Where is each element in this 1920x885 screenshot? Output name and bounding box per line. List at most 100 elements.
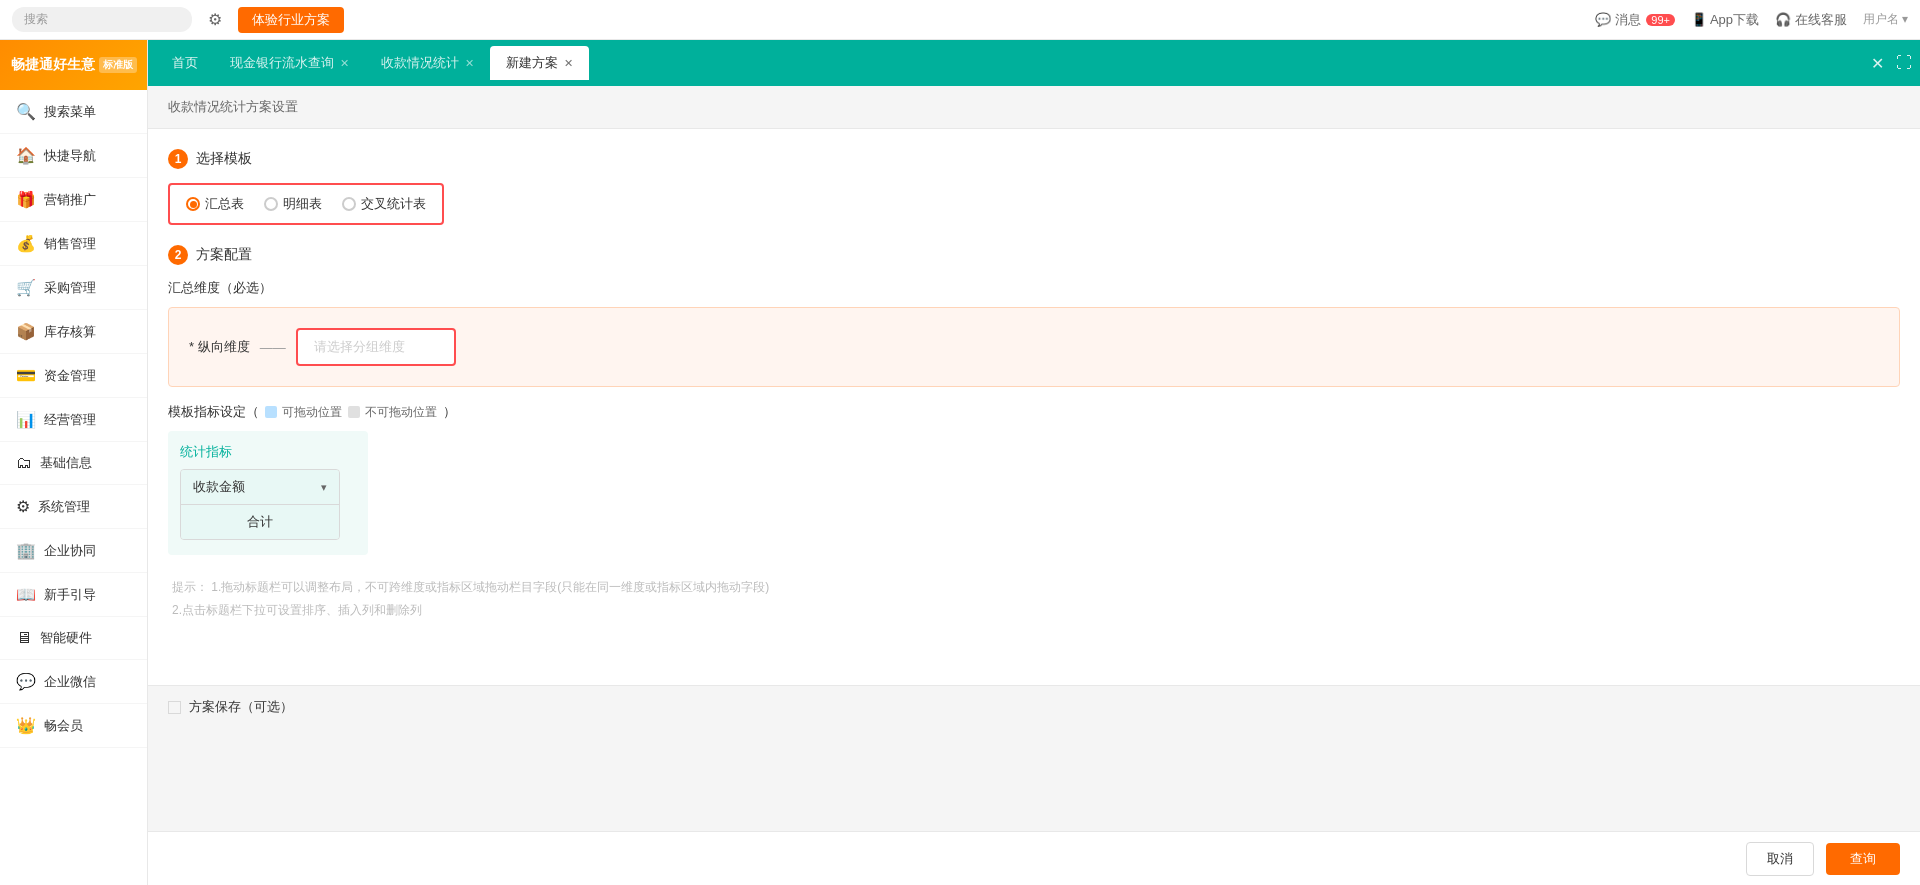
hint-2: 2.点击标题栏下拉可设置排序、插入列和删除列 — [172, 602, 1896, 619]
gear-icon[interactable]: ⚙ — [208, 10, 222, 29]
movable-dot — [265, 406, 277, 418]
sidebar-item-member[interactable]: 👑 畅会员 — [0, 704, 147, 748]
monitor-icon: 🖥 — [16, 629, 32, 647]
step2-num: 2 — [168, 245, 188, 265]
step2-header: 2 方案配置 — [168, 245, 1900, 265]
sidebar-label: 营销推广 — [44, 191, 96, 209]
hint-1: 提示： 1.拖动标题栏可以调整布局，不可跨维度或指标区域拖动栏目字段(只能在同一… — [172, 579, 1896, 596]
save-checkbox[interactable] — [168, 701, 181, 714]
sidebar-label: 搜索菜单 — [44, 103, 96, 121]
trial-btn[interactable]: 体验行业方案 — [238, 7, 344, 33]
tab-bank-flow[interactable]: 现金银行流水查询 ✕ — [214, 46, 365, 80]
sidebar-label: 企业协同 — [44, 542, 96, 560]
metric-header[interactable]: 收款金额 ▾ — [181, 470, 339, 505]
sidebar-label: 畅会员 — [44, 717, 83, 735]
query-button[interactable]: 查询 — [1826, 843, 1900, 875]
chat-icon: 💬 — [16, 672, 36, 691]
book-icon: 📖 — [16, 585, 36, 604]
sidebar-item-purchase[interactable]: 🛒 采购管理 — [0, 266, 147, 310]
metric-body: 合计 — [181, 505, 339, 539]
sidebar-item-finance[interactable]: 💳 资金管理 — [0, 354, 147, 398]
sidebar-item-enterprise[interactable]: 🏢 企业协同 — [0, 529, 147, 573]
sidebar-item-operation[interactable]: 📊 经营管理 — [0, 398, 147, 442]
card-icon: 💳 — [16, 366, 36, 385]
service-btn[interactable]: 🎧 在线客服 — [1775, 11, 1847, 29]
app-badge: 标准版 — [99, 57, 137, 73]
metric-table: 收款金额 ▾ 合计 — [180, 469, 340, 540]
save-label: 方案保存（可选） — [189, 698, 293, 716]
sidebar-item-sales[interactable]: 💰 销售管理 — [0, 222, 147, 266]
user-avatar[interactable]: 用户名 ▾ — [1863, 11, 1908, 28]
sidebar-item-search-menu[interactable]: 🔍 搜索菜单 — [0, 90, 147, 134]
sidebar-item-guide[interactable]: 📖 新手引导 — [0, 573, 147, 617]
breadcrumb: 收款情况统计方案设置 — [168, 99, 298, 114]
sidebar-label: 企业微信 — [44, 673, 96, 691]
sidebar-label: 销售管理 — [44, 235, 96, 253]
sidebar-label: 基础信息 — [40, 454, 92, 472]
sidebar-item-marketing[interactable]: 🎁 营销推广 — [0, 178, 147, 222]
sidebar-item-inventory[interactable]: 📦 库存核算 — [0, 310, 147, 354]
msg-badge: 99+ — [1646, 14, 1675, 26]
metric-header-text: 收款金额 — [193, 478, 245, 496]
sidebar-label: 采购管理 — [44, 279, 96, 297]
tab-receipt-stat-close[interactable]: ✕ — [465, 57, 474, 70]
content-area: 首页 现金银行流水查询 ✕ 收款情况统计 ✕ 新建方案 ✕ ✕ ⛶ 收款情况统计… — [148, 40, 1920, 885]
radio-detail-circle — [264, 197, 278, 211]
sidebar-item-quick-nav[interactable]: 🏠 快捷导航 — [0, 134, 147, 178]
chart-icon: 📊 — [16, 410, 36, 429]
sidebar-label: 库存核算 — [44, 323, 96, 341]
step2-title: 方案配置 — [196, 246, 252, 264]
radio-cross[interactable]: 交叉统计表 — [342, 195, 426, 213]
tab-bar-actions: ✕ ⛶ — [1871, 54, 1912, 73]
form-area: 1 选择模板 汇总表 明细表 — [148, 129, 1920, 685]
step1-title: 选择模板 — [196, 150, 252, 168]
vertical-dim-label: * 纵向维度 — [189, 338, 250, 356]
main-layout: 畅捷通好生意 标准版 🔍 搜索菜单 🏠 快捷导航 🎁 营销推广 💰 销售管理 🛒… — [0, 40, 1920, 885]
download-btn[interactable]: 📱 App下载 — [1691, 11, 1759, 29]
tab-bar: 首页 现金银行流水查询 ✕ 收款情况统计 ✕ 新建方案 ✕ ✕ ⛶ — [148, 40, 1920, 86]
step1-header: 1 选择模板 — [168, 149, 1900, 169]
home-icon: 🏠 — [16, 146, 36, 165]
sidebar-label: 快捷导航 — [44, 147, 96, 165]
radio-summary-circle — [186, 197, 200, 211]
sidebar-label: 经营管理 — [44, 411, 96, 429]
dim-select[interactable]: 请选择分组维度 — [296, 328, 456, 366]
step1-num: 1 — [168, 149, 188, 169]
tab-bank-flow-close[interactable]: ✕ — [340, 57, 349, 70]
sidebar-item-system[interactable]: ⚙ 系统管理 — [0, 485, 147, 529]
tab-receipt-stat[interactable]: 收款情况统计 ✕ — [365, 46, 490, 80]
box-icon: 📦 — [16, 322, 36, 341]
sidebar-item-wechat[interactable]: 💬 企业微信 — [0, 660, 147, 704]
hints-section: 提示： 1.拖动标题栏可以调整布局，不可跨维度或指标区域拖动栏目字段(只能在同一… — [168, 579, 1900, 619]
search-box[interactable]: 搜索 — [12, 7, 192, 32]
system-icon: ⚙ — [16, 497, 30, 516]
close-window-icon[interactable]: ✕ — [1871, 54, 1884, 73]
step2-section: 2 方案配置 汇总维度（必选） * 纵向维度 —— 请选择分组维度 — [168, 245, 1900, 645]
radio-detail[interactable]: 明细表 — [264, 195, 322, 213]
tab-new-plan[interactable]: 新建方案 ✕ — [490, 46, 589, 80]
template-selection-box: 汇总表 明细表 交叉统计表 — [168, 183, 444, 225]
sidebar-label: 资金管理 — [44, 367, 96, 385]
fixed-dot — [348, 406, 360, 418]
metrics-settings-label: 模板指标设定（ — [168, 403, 259, 421]
message-btn[interactable]: 💬 消息 99+ — [1595, 11, 1675, 29]
radio-summary[interactable]: 汇总表 — [186, 195, 244, 213]
sidebar-item-hardware[interactable]: 🖥 智能硬件 — [0, 617, 147, 660]
maximize-icon[interactable]: ⛶ — [1896, 54, 1912, 72]
tab-new-plan-close[interactable]: ✕ — [564, 57, 573, 70]
radio-detail-label: 明细表 — [283, 195, 322, 213]
save-section: 方案保存（可选） — [148, 685, 1920, 728]
config-section: 汇总维度（必选） * 纵向维度 —— 请选择分组维度 模板指标设定（ — [168, 279, 1900, 645]
logo: 畅捷通好生意 标准版 — [0, 40, 147, 90]
top-bar-left: 搜索 ⚙ 体验行业方案 — [12, 7, 344, 33]
radio-cross-circle — [342, 197, 356, 211]
building-icon: 🏢 — [16, 541, 36, 560]
fixed-label: 不可拖动位置 — [365, 404, 437, 421]
sidebar-label: 新手引导 — [44, 586, 96, 604]
msg-label: 消息 — [1615, 12, 1641, 27]
tab-home[interactable]: 首页 — [156, 46, 214, 80]
metrics-settings-row: 模板指标设定（ 可拖动位置 不可拖动位置 ） — [168, 403, 1900, 421]
sidebar-item-basic[interactable]: 🗂 基础信息 — [0, 442, 147, 485]
cancel-button[interactable]: 取消 — [1746, 842, 1814, 876]
radio-summary-dot — [190, 201, 197, 208]
